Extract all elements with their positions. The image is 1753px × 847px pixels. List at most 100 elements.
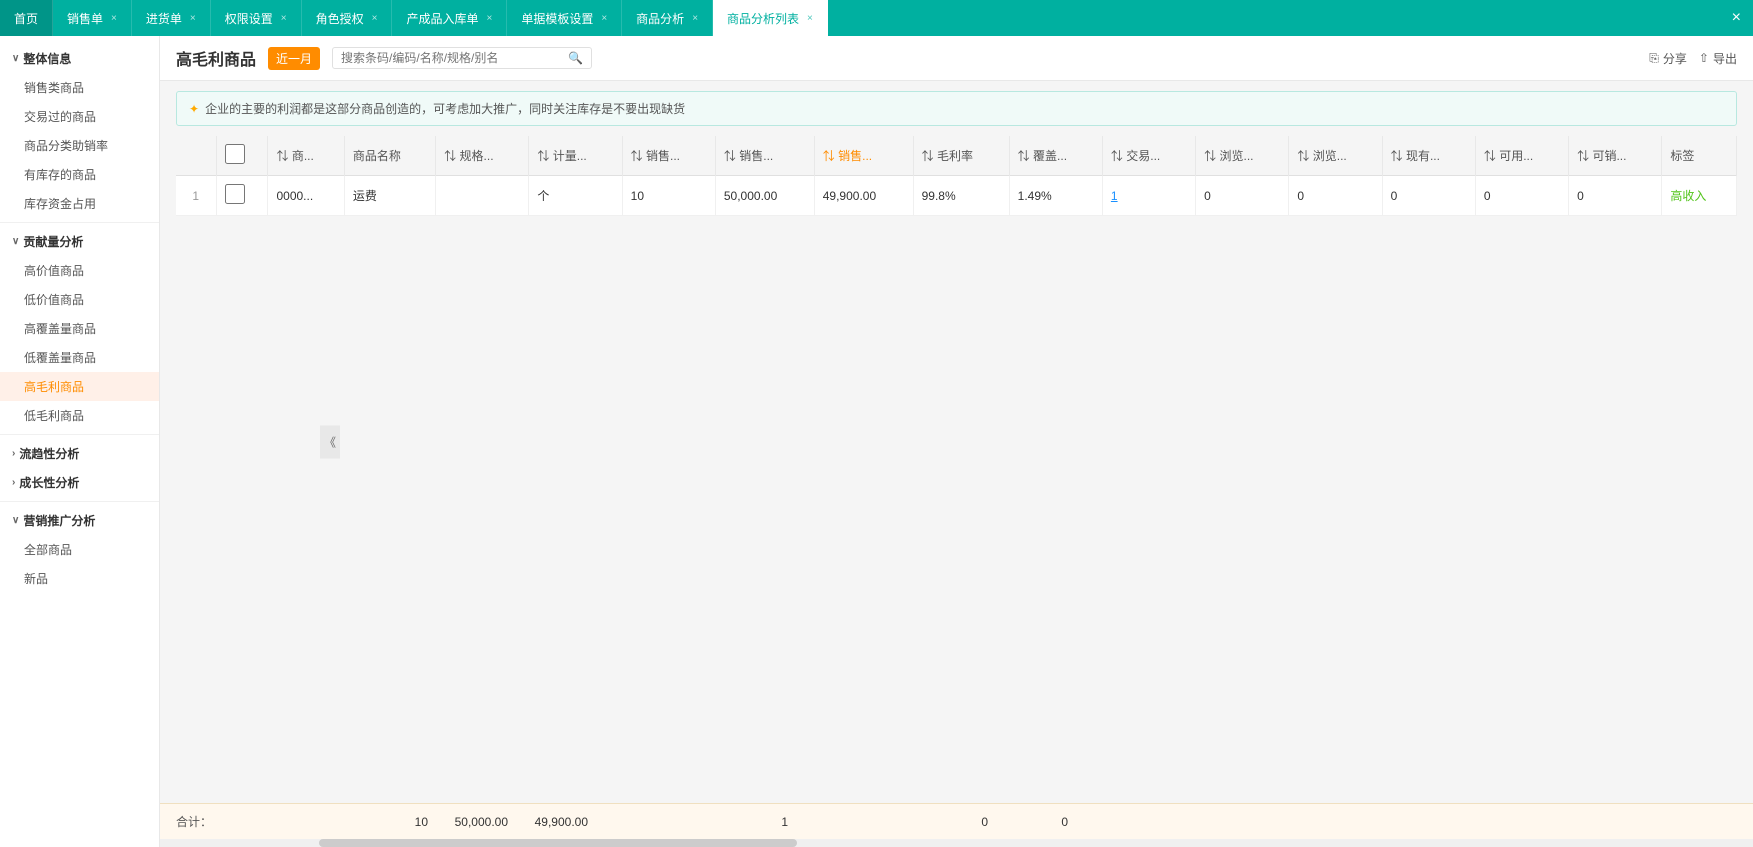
col-no [176, 136, 216, 176]
export-icon: ⇧ [1699, 51, 1709, 65]
nav-product-analysis[interactable]: 商品分析 × [622, 0, 713, 36]
table-row: 1 0000... 运费 个 10 50,000.00 49,900.00 [176, 176, 1737, 216]
footer-sales-qty: 10 [236, 815, 436, 829]
nav-product-inbound[interactable]: 产成品入库单 × [392, 0, 507, 36]
col-browse2[interactable]: ⇅ 浏览... [1289, 136, 1382, 176]
sidebar-group-trend[interactable]: › 流趋性分析 [0, 439, 159, 468]
close-icon[interactable]: × [372, 13, 378, 24]
time-filter-button[interactable]: 近一月 [268, 47, 320, 70]
nav-home[interactable]: 首页 [0, 0, 53, 36]
col-sales-cost[interactable]: ⇅ 销售... [814, 136, 913, 176]
chevron-down-icon: ∨ [12, 515, 19, 526]
sidebar-item-high-coverage[interactable]: 高覆盖量商品 [0, 314, 159, 343]
col-available2[interactable]: ⇅ 可用... [1475, 136, 1568, 176]
chevron-down-icon: ∨ [12, 236, 19, 247]
cell-browse2: 0 [1289, 176, 1382, 216]
search-icon[interactable]: 🔍 [568, 51, 583, 65]
cell-no: 1 [176, 176, 216, 216]
sidebar-group-marketing[interactable]: ∨ 营销推广分析 [0, 506, 159, 535]
sidebar-divider [0, 222, 159, 223]
header-actions: ⎘ 分享 ⇧ 导出 [1649, 50, 1737, 67]
sidebar-item-stocked-goods[interactable]: 有库存的商品 [0, 160, 159, 189]
share-button[interactable]: ⎘ 分享 [1649, 50, 1687, 67]
cell-transaction: 1 [1102, 176, 1195, 216]
footer-empty1 [596, 815, 656, 829]
nav-template-settings[interactable]: 单据模板设置 × [507, 0, 622, 36]
close-icon[interactable]: × [807, 13, 813, 24]
col-gross-rate[interactable]: ⇅ 毛利率 [913, 136, 1009, 176]
footer-empty4 [856, 815, 916, 829]
select-all-checkbox[interactable] [225, 144, 245, 164]
close-icon[interactable]: × [601, 13, 607, 24]
sidebar-item-category-rate[interactable]: 商品分类助销率 [0, 131, 159, 160]
sidebar-item-high-value[interactable]: 高价值商品 [0, 256, 159, 285]
table-footer: 合计： 10 50,000.00 49,900.00 1 0 0 [160, 803, 1753, 839]
col-checkbox[interactable] [216, 136, 268, 176]
nav-sales-order[interactable]: 销售单 × [53, 0, 132, 36]
close-all-button[interactable]: × [1720, 9, 1753, 27]
content-header: 高毛利商品 近一月 🔍 ⎘ 分享 ⇧ 导出 [160, 36, 1753, 81]
sidebar-item-stock-capital[interactable]: 库存资金占用 [0, 189, 159, 218]
nav-permissions[interactable]: 权限设置 × [211, 0, 302, 36]
col-code[interactable]: ⇅ 商... [268, 136, 344, 176]
sidebar-item-all-goods[interactable]: 全部商品 [0, 535, 159, 564]
close-icon[interactable]: × [111, 13, 117, 24]
close-icon[interactable]: × [281, 13, 287, 24]
col-transaction[interactable]: ⇅ 交易... [1102, 136, 1195, 176]
sidebar-item-new-goods[interactable]: 新品 [0, 564, 159, 593]
nav-role-auth[interactable]: 角色授权 × [302, 0, 393, 36]
cell-sellable: 0 [1569, 176, 1662, 216]
cell-unit: 个 [529, 176, 622, 216]
nav-purchase-order[interactable]: 进货单 × [132, 0, 211, 36]
col-unit[interactable]: ⇅ 计量... [529, 136, 622, 176]
cell-coverage: 1.49% [1009, 176, 1102, 216]
close-icon[interactable]: × [190, 13, 196, 24]
cell-browse1: 0 [1196, 176, 1289, 216]
search-input[interactable] [341, 51, 564, 65]
col-sales-amt[interactable]: ⇅ 销售... [715, 136, 814, 176]
cell-name: 运费 [344, 176, 435, 216]
chevron-down-icon: ∨ [12, 53, 19, 64]
scrollbar-thumb[interactable] [319, 839, 797, 847]
close-icon[interactable]: × [692, 13, 698, 24]
info-text: 企业的主要的利润都是这部分商品创造的，可考虑加大推广，同时关注库存是不要出现缺货 [205, 100, 685, 117]
sidebar-group-contribution[interactable]: ∨ 贡献量分析 [0, 227, 159, 256]
col-browse1[interactable]: ⇅ 浏览... [1196, 136, 1289, 176]
sidebar-item-low-value[interactable]: 低价值商品 [0, 285, 159, 314]
cell-sales-cost: 49,900.00 [814, 176, 913, 216]
horizontal-scrollbar[interactable] [160, 839, 1753, 847]
close-icon[interactable]: × [486, 13, 492, 24]
export-button[interactable]: ⇧ 导出 [1699, 50, 1737, 67]
col-coverage[interactable]: ⇅ 覆盖... [1009, 136, 1102, 176]
cell-spec [436, 176, 529, 216]
sidebar-group-overview[interactable]: ∨ 整体信息 [0, 44, 159, 73]
col-sellable[interactable]: ⇅ 可销... [1569, 136, 1662, 176]
nav-product-analysis-list[interactable]: 商品分析列表 × [713, 0, 828, 36]
col-tag[interactable]: 标签 [1662, 136, 1737, 176]
search-box: 🔍 [332, 47, 592, 69]
info-banner: ✦ 企业的主要的利润都是这部分商品创造的，可考虑加大推广，同时关注库存是不要出现… [176, 91, 1737, 126]
sidebar-item-low-coverage[interactable]: 低覆盖量商品 [0, 343, 159, 372]
col-sales-qty[interactable]: ⇅ 销售... [622, 136, 715, 176]
footer-available2: 0 [996, 815, 1076, 829]
cell-sales-amt: 50,000.00 [715, 176, 814, 216]
sidebar-group-growth[interactable]: › 成长性分析 [0, 468, 159, 497]
col-name[interactable]: 商品名称 [344, 136, 435, 176]
product-table: ⇅ 商... 商品名称 ⇅ 规格... ⇅ 计量... [176, 136, 1737, 216]
cell-gross-rate: 99.8% [913, 176, 1009, 216]
cell-checkbox[interactable] [216, 176, 268, 216]
chevron-right-icon: › [12, 448, 15, 459]
sidebar-divider-2 [0, 434, 159, 435]
col-available1[interactable]: ⇅ 现有... [1382, 136, 1475, 176]
sidebar-item-high-margin[interactable]: 高毛利商品 [0, 372, 159, 401]
footer-available1: 0 [916, 815, 996, 829]
sidebar-toggle-button[interactable]: 《 [320, 425, 340, 458]
sidebar-item-low-margin[interactable]: 低毛利商品 [0, 401, 159, 430]
row-checkbox[interactable] [225, 184, 245, 204]
sidebar-item-sales-goods[interactable]: 销售类商品 [0, 73, 159, 102]
cell-tag: 高收入 [1662, 176, 1737, 216]
col-spec[interactable]: ⇅ 规格... [436, 136, 529, 176]
table-header-row: ⇅ 商... 商品名称 ⇅ 规格... ⇅ 计量... [176, 136, 1737, 176]
table-wrapper[interactable]: ⇅ 商... 商品名称 ⇅ 规格... ⇅ 计量... [160, 136, 1753, 803]
sidebar-item-traded-goods[interactable]: 交易过的商品 [0, 102, 159, 131]
